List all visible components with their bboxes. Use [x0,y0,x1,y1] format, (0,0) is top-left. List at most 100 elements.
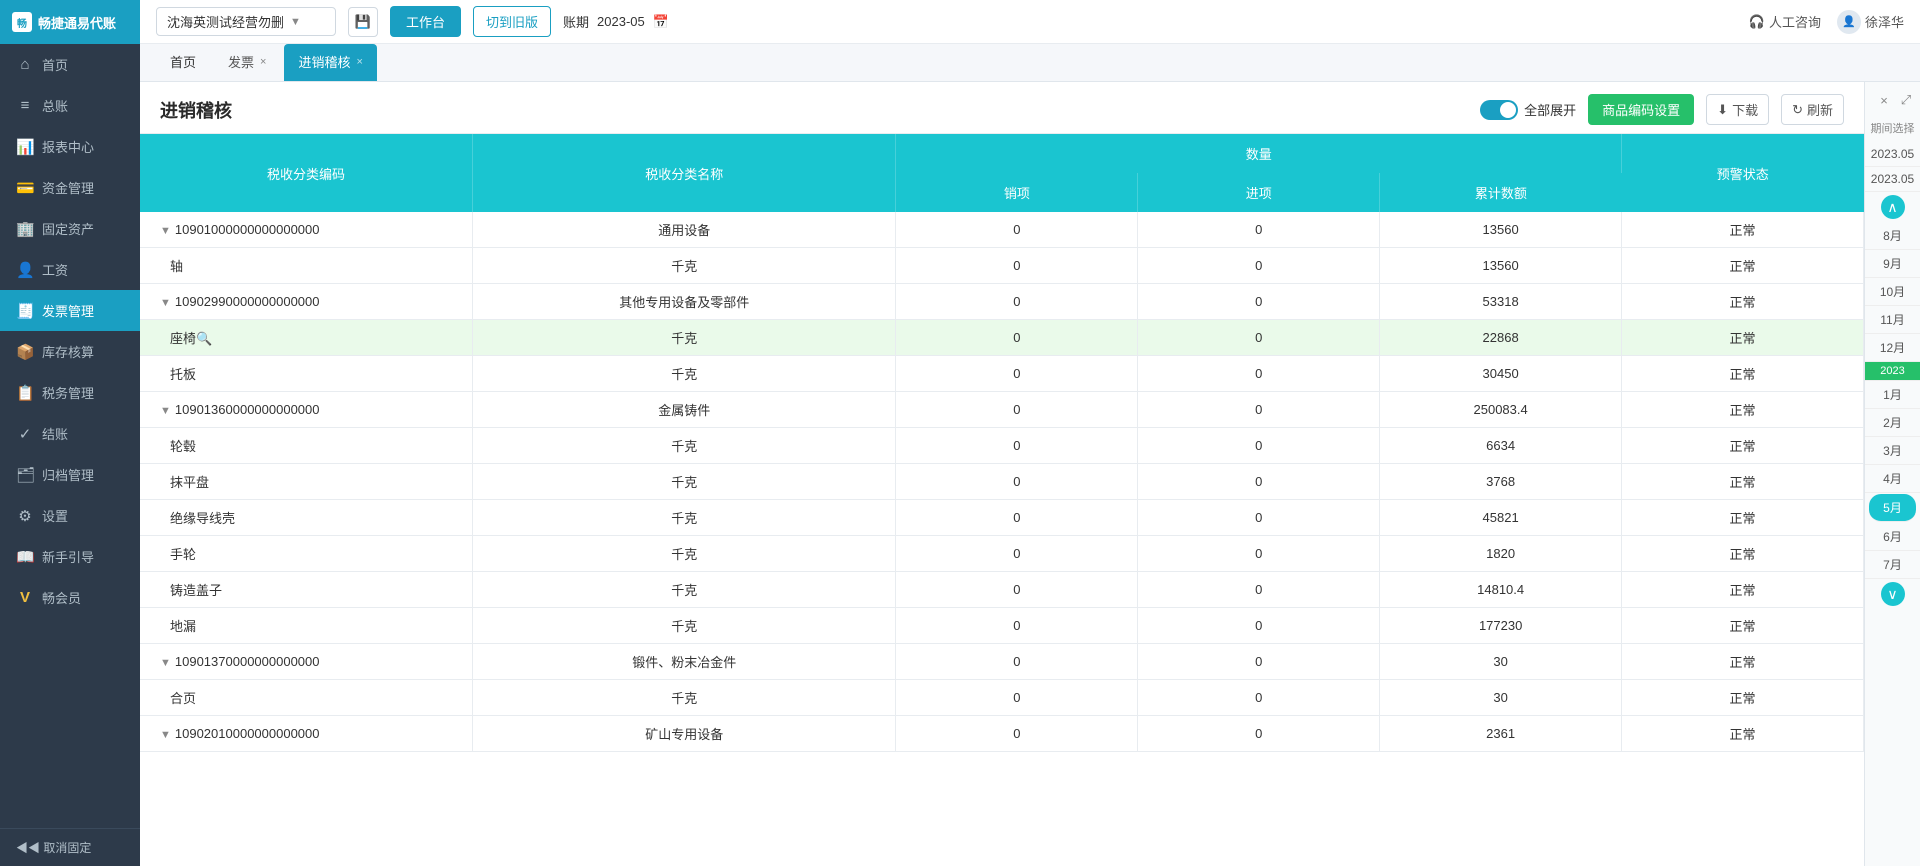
month-2[interactable]: 2月 [1865,409,1920,437]
expand-icon[interactable]: ▼ [160,729,171,741]
company-selector[interactable]: 沈海英测试经营勿删 ▼ [156,7,336,36]
cell-purchase: 0 [1138,284,1380,320]
tab-home-label: 首页 [170,52,196,71]
period-text-label: 账期 [563,12,589,31]
sidebar-item-settings[interactable]: ⚙ 设置 [0,495,140,536]
cell-sales: 0 [896,464,1138,500]
member-icon: V [16,589,34,606]
service-label: 人工咨询 [1769,12,1821,31]
table-row: ▼10902010000000000000 矿山专用设备 0 0 2361 正常 [140,716,1864,752]
next-year-button[interactable]: ∨ [1881,582,1905,606]
table-row: 托板 千克 0 0 30450 正常 [140,356,1864,392]
sidebar-item-payroll[interactable]: 👤 工资 [0,249,140,290]
unpin-button[interactable]: ◀◀ 取消固定 [0,828,140,866]
sidebar-item-guide[interactable]: 📖 新手引导 [0,536,140,577]
calendar-icon[interactable]: 📅 [653,14,669,30]
cell-sales: 0 [896,680,1138,716]
toggle-all-switch[interactable] [1480,100,1518,120]
close-panel-button[interactable]: × [1874,90,1894,110]
month-12[interactable]: 12月 [1865,334,1920,362]
tab-invoice[interactable]: 发票 × [214,44,280,81]
expand-icon[interactable]: ▼ [160,297,171,309]
cell-sales: 0 [896,248,1138,284]
sidebar-item-tax[interactable]: 📋 税务管理 [0,372,140,413]
month-9[interactable]: 9月 [1865,250,1920,278]
sidebar-item-archive[interactable]: 🗂 归档管理 [0,454,140,495]
sidebar-item-member[interactable]: V 畅会员 [0,577,140,618]
prev-year-button[interactable]: ∧ [1881,195,1905,219]
period-2023-05-bottom[interactable]: 2023.05 [1865,167,1920,192]
table-row: 绝缘导线壳 千克 0 0 45821 正常 [140,500,1864,536]
cell-code: 托板 [140,356,473,392]
month-1[interactable]: 1月 [1865,381,1920,409]
sidebar-item-fund[interactable]: 💳 资金管理 [0,167,140,208]
cell-sales: 0 [896,392,1138,428]
month-4[interactable]: 4月 [1865,465,1920,493]
cell-code: 地漏 [140,608,473,644]
switch-version-button[interactable]: 切到旧版 [473,6,551,37]
tab-reconcile[interactable]: 进销稽核 × [284,44,376,81]
sidebar-item-report[interactable]: 📊 报表中心 [0,126,140,167]
search-icon[interactable]: 🔍 [196,331,212,346]
month-3[interactable]: 3月 [1865,437,1920,465]
sidebar: 畅 畅捷通易代账 ⌂ 首页 ≡ 总账 📊 报表中心 💳 资金管理 🏢 固定资产 … [0,0,140,866]
cell-name: 金属铸件 [473,392,896,428]
expand-icon[interactable]: ▼ [160,657,171,669]
invoice-icon: 🧾 [16,302,34,320]
cell-total: 30 [1380,644,1622,680]
sidebar-label-guide: 新手引导 [42,547,94,566]
cell-total: 13560 [1380,248,1622,284]
sidebar-label-tax: 税务管理 [42,383,94,402]
month-11[interactable]: 11月 [1865,306,1920,334]
save-button[interactable]: 💾 [348,7,378,37]
report-icon: 📊 [16,138,34,156]
company-name: 沈海英测试经营勿删 [167,12,284,31]
cell-unit: 千克 [473,500,896,536]
archive-icon: 🗂 [16,466,34,484]
cell-total: 30450 [1380,356,1622,392]
refresh-label: 刷新 [1807,100,1833,119]
tab-reconcile-close[interactable]: × [356,56,362,68]
refresh-button[interactable]: ↻ 刷新 [1781,94,1844,125]
th-tax-code: 税收分类编码 [140,134,473,212]
cell-unit: 千克 [473,464,896,500]
product-code-button[interactable]: 商品编码设置 [1588,94,1694,125]
tab-home[interactable]: 首页 [156,44,210,81]
cell-warning: 正常 [1622,392,1864,428]
expand-panel-button[interactable]: ⤢ [1896,90,1916,110]
sidebar-item-invoice[interactable]: 🧾 发票管理 [0,290,140,331]
month-10[interactable]: 10月 [1865,278,1920,306]
cell-warning: 正常 [1622,572,1864,608]
download-button[interactable]: ⬇ 下载 [1706,94,1769,125]
tab-invoice-close[interactable]: × [260,56,266,68]
cell-total: 14810.4 [1380,572,1622,608]
cell-code: 绝缘导线壳 [140,500,473,536]
expand-icon[interactable]: ▼ [160,405,171,417]
month-7[interactable]: 7月 [1865,551,1920,579]
cell-total: 250083.4 [1380,392,1622,428]
month-8[interactable]: 8月 [1865,222,1920,250]
refresh-icon: ↻ [1792,102,1803,118]
user-info[interactable]: 👤 徐泽华 [1837,10,1904,34]
cell-sales: 0 [896,212,1138,248]
sidebar-item-inventory[interactable]: 📦 库存核算 [0,331,140,372]
th-warning: 预警状态 [1622,134,1864,212]
workbench-button[interactable]: 工作台 [390,6,461,37]
sidebar-item-close[interactable]: ✓ 结账 [0,413,140,454]
cell-total: 45821 [1380,500,1622,536]
period-2023-05-top[interactable]: 2023.05 [1865,142,1920,167]
cell-sales: 0 [896,572,1138,608]
expand-icon[interactable]: ▼ [160,225,171,237]
sidebar-item-ledger[interactable]: ≡ 总账 [0,85,140,126]
sidebar-item-asset[interactable]: 🏢 固定资产 [0,208,140,249]
service-button[interactable]: 🎧 人工咨询 [1749,12,1821,31]
avatar: 👤 [1837,10,1861,34]
sidebar-item-home[interactable]: ⌂ 首页 [0,44,140,85]
cell-total: 22868 [1380,320,1622,356]
th-tax-name: 税收分类名称 [473,134,896,212]
cell-warning: 正常 [1622,356,1864,392]
month-5-active[interactable]: 5月 [1869,494,1916,522]
month-6[interactable]: 6月 [1865,523,1920,551]
cell-unit: 千克 [473,572,896,608]
cell-sales: 0 [896,284,1138,320]
